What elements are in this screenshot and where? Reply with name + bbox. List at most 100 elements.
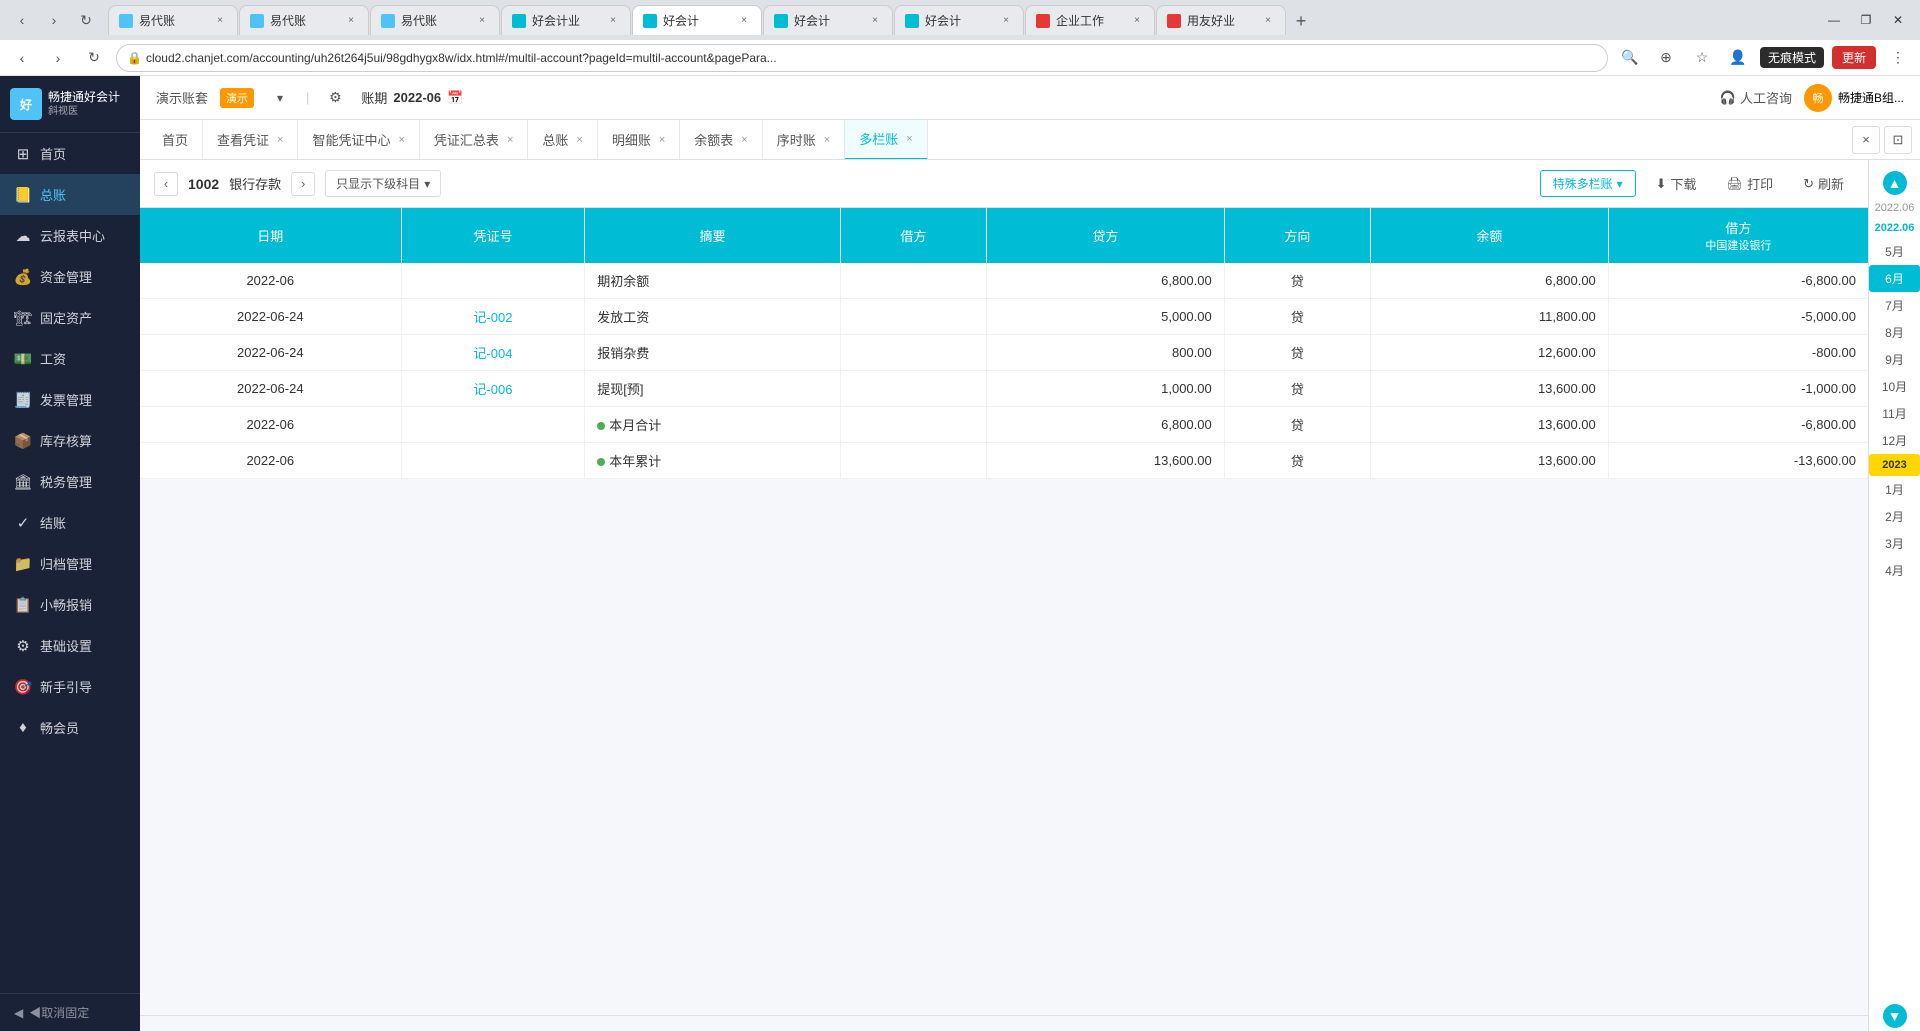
- tab-detail-ledger[interactable]: 明细账 ×: [598, 120, 680, 160]
- maximize-button[interactable]: ❐: [1852, 6, 1880, 34]
- sidebar-item-archive[interactable]: 📁 归档管理: [0, 543, 140, 584]
- sidebar-item-fixed-assets[interactable]: 🏗 固定资产: [0, 297, 140, 338]
- tab-vouchers[interactable]: 查看凭证 ×: [203, 120, 298, 160]
- tab-balance-table-close[interactable]: ×: [741, 134, 747, 146]
- sidebar-item-tax[interactable]: 🏛 税务管理: [0, 461, 140, 502]
- nav-back-button[interactable]: ‹: [8, 44, 36, 72]
- tab-close-5[interactable]: ×: [737, 14, 751, 28]
- sidebar-item-home[interactable]: ⊞ 首页: [0, 133, 140, 174]
- timeline-month-8[interactable]: 8月: [1869, 319, 1920, 346]
- collapse-panel-button[interactable]: ×: [1852, 126, 1880, 154]
- forward-button[interactable]: ›: [40, 6, 68, 34]
- tab-voucher-summary[interactable]: 凭证汇总表 ×: [420, 120, 528, 160]
- sidebar-item-general-ledger[interactable]: 📒 总账: [0, 174, 140, 215]
- tab-multi-col[interactable]: 多栏账 ×: [845, 120, 927, 160]
- sidebar-item-cloud-report[interactable]: ☁ 云报表中心: [0, 215, 140, 256]
- bookmark-button[interactable]: ☆: [1688, 44, 1716, 72]
- tab-close-1[interactable]: ×: [213, 14, 227, 28]
- tab-general-ledger-close[interactable]: ×: [576, 134, 582, 146]
- settings-button[interactable]: ⋮: [1884, 44, 1912, 72]
- tab-multi-col-close[interactable]: ×: [906, 133, 912, 145]
- tab-close-8[interactable]: ×: [1130, 14, 1144, 28]
- expand-panel-button[interactable]: ⊡: [1884, 126, 1912, 154]
- timeline-month-5[interactable]: 5月: [1869, 238, 1920, 265]
- timeline-scroll-down-button[interactable]: ▼: [1883, 1004, 1907, 1028]
- timeline-month-11[interactable]: 11月: [1869, 400, 1920, 427]
- tab-close-2[interactable]: ×: [344, 14, 358, 28]
- multi-col-button[interactable]: 特殊多栏账 ▾: [1540, 170, 1636, 197]
- prev-account-button[interactable]: ‹: [154, 172, 178, 196]
- browser-tab-2[interactable]: 易代账 ×: [239, 5, 369, 35]
- timeline-month-2023-1[interactable]: 1月: [1869, 476, 1920, 503]
- timeline-month-2023-3[interactable]: 3月: [1869, 530, 1920, 557]
- search-button[interactable]: 🔍: [1616, 44, 1644, 72]
- bottom-scrollbar[interactable]: [140, 1015, 1868, 1031]
- browser-tab-3[interactable]: 易代账 ×: [370, 5, 500, 35]
- header-settings-icon[interactable]: ⚙: [321, 84, 349, 112]
- tab-close-7[interactable]: ×: [999, 14, 1013, 28]
- sidebar-item-settings[interactable]: ⚙ 基础设置: [0, 625, 140, 666]
- tab-close-4[interactable]: ×: [606, 14, 620, 28]
- cell-voucher[interactable]: 记-004: [401, 335, 585, 371]
- timeline-month-2023-4[interactable]: 4月: [1869, 557, 1920, 584]
- timeline-month-7[interactable]: 7月: [1869, 292, 1920, 319]
- nav-forward-button[interactable]: ›: [44, 44, 72, 72]
- sidebar-item-invoice[interactable]: 🧾 发票管理: [0, 379, 140, 420]
- tab-smart-voucher[interactable]: 智能凭证中心 ×: [298, 120, 419, 160]
- timeline-scroll-up-button[interactable]: ▲: [1883, 171, 1907, 195]
- browser-tab-6[interactable]: 好会计 ×: [763, 5, 893, 35]
- address-bar[interactable]: 🔒 cloud2.chanjet.com/accounting/uh26t264…: [116, 44, 1608, 72]
- consult-button[interactable]: 🎧 人工咨询: [1720, 88, 1792, 107]
- cell-voucher[interactable]: 记-002: [401, 299, 585, 335]
- reload-button[interactable]: ↻: [72, 6, 100, 34]
- sidebar-item-inventory[interactable]: 📦 库存核算: [0, 420, 140, 461]
- next-account-button[interactable]: ›: [291, 172, 315, 196]
- tab-general-ledger[interactable]: 总账 ×: [528, 120, 597, 160]
- cell-voucher[interactable]: 记-006: [401, 371, 585, 407]
- browser-tab-1[interactable]: 易代账 ×: [108, 5, 238, 35]
- filter-dropdown-button[interactable]: 只显示下级科目 ▾: [325, 170, 441, 197]
- tab-balance-table[interactable]: 余额表 ×: [680, 120, 762, 160]
- new-tab-button[interactable]: +: [1287, 7, 1315, 35]
- browser-tab-4[interactable]: 好会计业 ×: [501, 5, 631, 35]
- minimize-button[interactable]: —: [1820, 6, 1848, 34]
- sidebar-item-fund-mgmt[interactable]: 💰 资金管理: [0, 256, 140, 297]
- sidebar-item-vip[interactable]: ♦ 畅会员: [0, 707, 140, 748]
- download-button[interactable]: ⬇ 下载: [1646, 170, 1707, 197]
- tab-home[interactable]: 首页: [148, 120, 203, 160]
- translate-button[interactable]: ⊕: [1652, 44, 1680, 72]
- back-button[interactable]: ‹: [8, 6, 36, 34]
- tab-smart-voucher-close[interactable]: ×: [398, 134, 404, 146]
- sidebar-pin-button[interactable]: ◀ ◀取消固定: [0, 993, 140, 1031]
- refresh-button[interactable]: ↻ 刷新: [1793, 170, 1854, 197]
- browser-tab-7[interactable]: 好会计 ×: [894, 5, 1024, 35]
- timeline-month-12[interactable]: 12月: [1869, 427, 1920, 454]
- sidebar-item-salary[interactable]: 💵 工资: [0, 338, 140, 379]
- browser-tab-5[interactable]: 好会计 ×: [632, 5, 762, 35]
- update-button[interactable]: 更新: [1832, 46, 1876, 69]
- incognito-button[interactable]: 无痕模式: [1760, 47, 1824, 68]
- tab-detail-ledger-close[interactable]: ×: [659, 134, 665, 146]
- browser-tab-9[interactable]: 用友好业 ×: [1156, 5, 1286, 35]
- tab-sequence-ledger[interactable]: 序时账 ×: [763, 120, 845, 160]
- browser-tab-8[interactable]: 企业工作 ×: [1025, 5, 1155, 35]
- profile-button[interactable]: 👤: [1724, 44, 1752, 72]
- tab-close-9[interactable]: ×: [1261, 14, 1275, 28]
- header-dropdown-button[interactable]: ▾: [266, 84, 294, 112]
- timeline-month-2023-2[interactable]: 2月: [1869, 503, 1920, 530]
- calendar-icon[interactable]: 📅: [447, 90, 463, 106]
- print-button[interactable]: 🖨 打印: [1717, 170, 1784, 197]
- timeline-month-9[interactable]: 9月: [1869, 346, 1920, 373]
- tab-voucher-summary-close[interactable]: ×: [507, 134, 513, 146]
- timeline-month-6[interactable]: 6月: [1869, 265, 1920, 292]
- sidebar-item-settlement[interactable]: ✓ 结账: [0, 502, 140, 543]
- table-wrapper[interactable]: 日期 凭证号 摘要 借方 贷方 方向 余额 借方中国建设银行 2022: [140, 208, 1868, 1015]
- sidebar-item-guide[interactable]: 🎯 新手引导: [0, 666, 140, 707]
- close-window-button[interactable]: ✕: [1884, 6, 1912, 34]
- tab-vouchers-close[interactable]: ×: [277, 134, 283, 146]
- tab-close-6[interactable]: ×: [868, 14, 882, 28]
- tab-sequence-ledger-close[interactable]: ×: [824, 134, 830, 146]
- nav-reload-button[interactable]: ↻: [80, 44, 108, 72]
- tab-close-3[interactable]: ×: [475, 14, 489, 28]
- timeline-month-10[interactable]: 10月: [1869, 373, 1920, 400]
